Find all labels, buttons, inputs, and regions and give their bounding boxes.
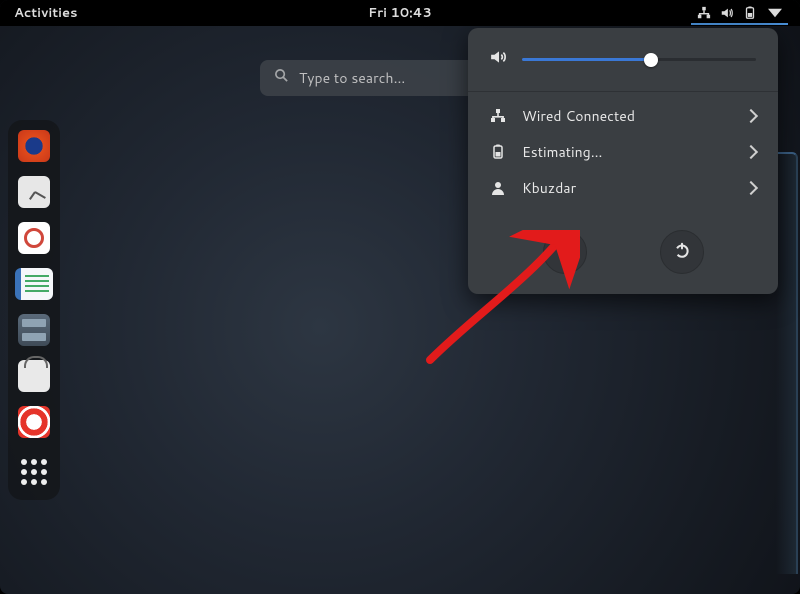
chevron-right-icon [744, 145, 758, 159]
menu-item-user[interactable]: Kbuzdar [468, 170, 778, 206]
settings-button[interactable] [543, 230, 587, 274]
dock-app-clocks[interactable] [18, 176, 50, 208]
network-icon [697, 6, 711, 20]
dock-app-store[interactable] [18, 360, 50, 392]
dash-dock [8, 120, 60, 500]
menu-item-network[interactable]: Wired Connected [468, 98, 778, 134]
user-icon [490, 180, 506, 196]
dock-app-software[interactable] [18, 222, 50, 254]
chevron-right-icon [744, 109, 758, 123]
battery-icon [743, 6, 757, 20]
system-status-area[interactable] [691, 0, 788, 26]
volume-speaker-icon [490, 48, 508, 71]
menu-item-battery[interactable]: Estimating… [468, 134, 778, 170]
menu-item-label: Estimating… [522, 142, 730, 162]
clock-label[interactable]: Fri 10:43 [368, 4, 432, 22]
action-buttons-row [468, 206, 778, 278]
settings-tools-icon [556, 241, 574, 264]
volume-slider[interactable] [522, 58, 756, 61]
dock-show-applications[interactable] [20, 458, 48, 486]
power-button[interactable] [660, 230, 704, 274]
search-placeholder: Type to search… [299, 68, 405, 88]
volume-row [468, 28, 778, 87]
desktop: Activities Fri 10:43 Type [0, 0, 800, 594]
power-icon [673, 241, 691, 264]
dock-app-writer[interactable] [15, 268, 53, 300]
menu-item-label: Wired Connected [522, 106, 730, 126]
top-panel: Activities Fri 10:43 [0, 0, 800, 26]
menu-item-label: Kbuzdar [522, 178, 730, 198]
volume-icon [720, 6, 734, 20]
menu-separator [468, 91, 778, 92]
system-menu-popover: Wired Connected Estimating… Kbuzdar [468, 28, 778, 294]
dock-app-firefox[interactable] [18, 130, 50, 162]
dock-app-help[interactable] [18, 406, 50, 438]
dropdown-caret-icon [768, 6, 782, 20]
battery-menu-icon [490, 144, 506, 160]
volume-slider-knob[interactable] [644, 53, 658, 67]
dock-app-files[interactable] [18, 314, 50, 346]
chevron-right-icon [744, 181, 758, 195]
search-icon [274, 68, 289, 88]
volume-slider-fill [522, 58, 651, 61]
background-window-edge [776, 152, 798, 574]
activities-button[interactable]: Activities [0, 4, 78, 22]
network-wired-icon [490, 108, 506, 124]
